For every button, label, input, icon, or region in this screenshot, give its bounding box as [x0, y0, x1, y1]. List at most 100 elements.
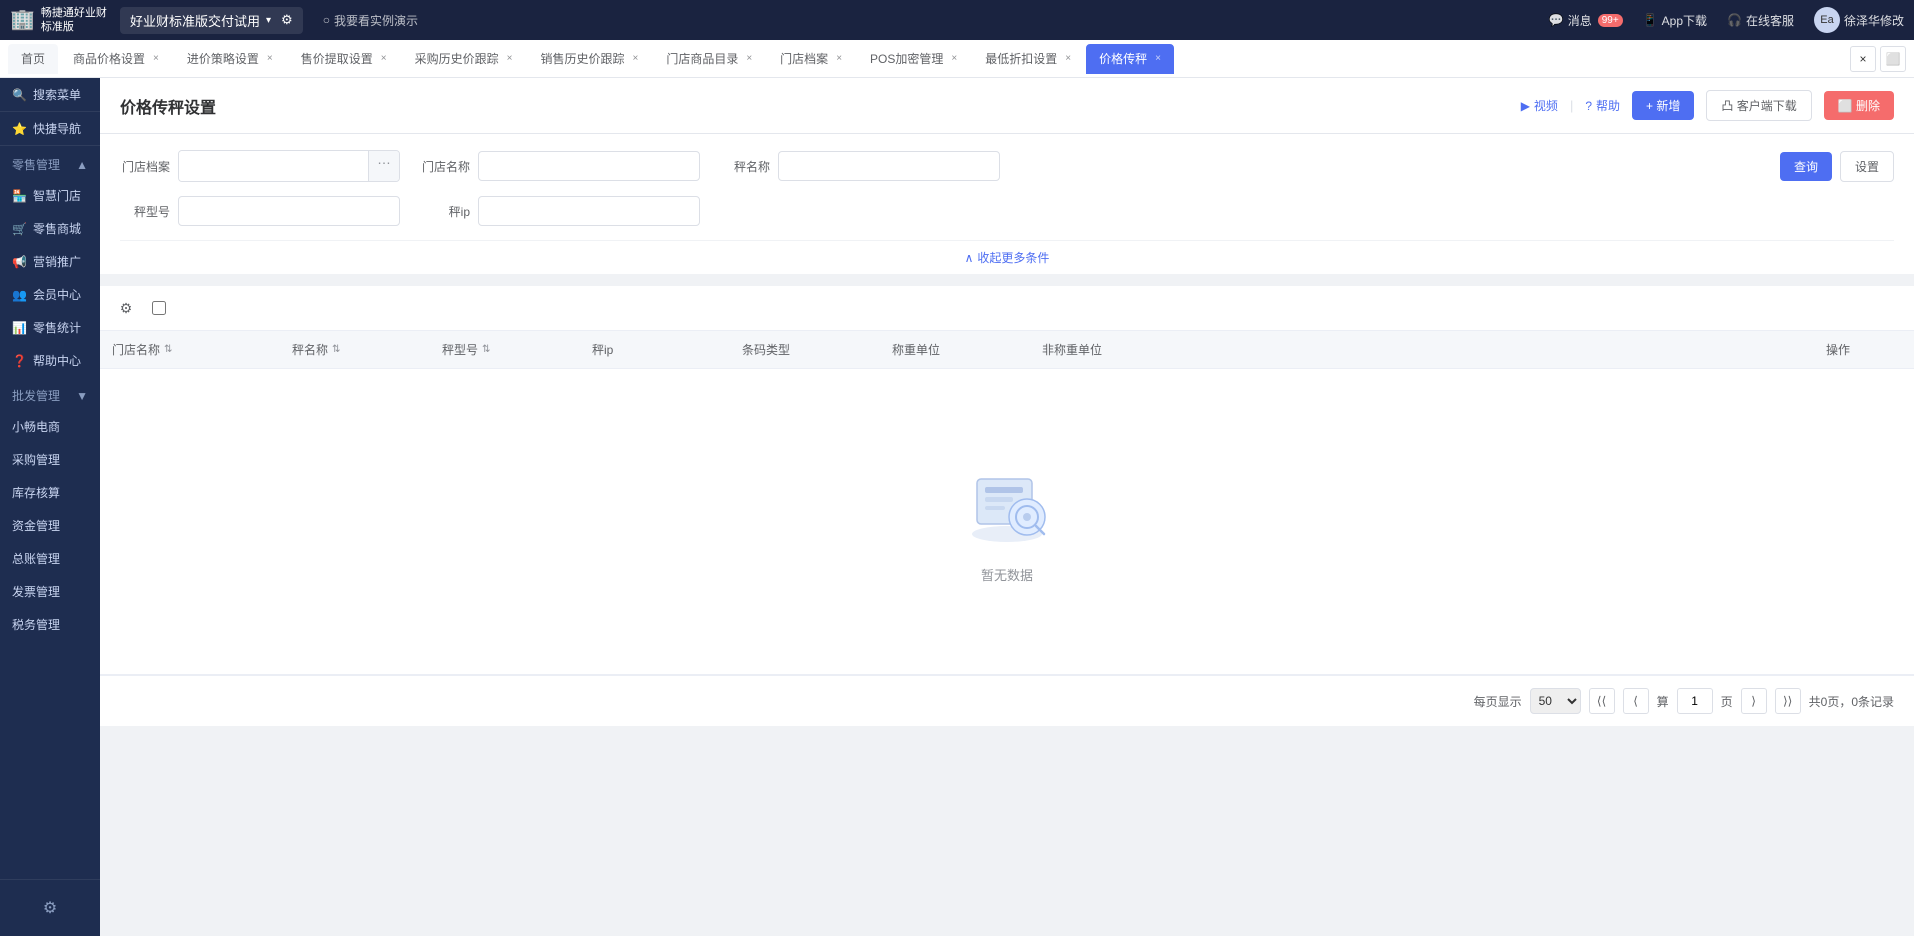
retail-stats-icon: 📊: [12, 321, 27, 335]
tab-min-discount[interactable]: 最低折扣设置 ×: [972, 44, 1084, 74]
sidebar-bottom: ⚙: [0, 879, 100, 936]
per-page-select[interactable]: 20 50 100: [1530, 688, 1581, 714]
sidebar-settings-btn[interactable]: ⚙: [0, 890, 100, 926]
expand-icon: ▼: [76, 389, 88, 403]
page-input[interactable]: [1677, 688, 1713, 714]
collapse-bar[interactable]: ∧ 收起更多条件: [120, 240, 1894, 274]
sidebar-item-quick-nav[interactable]: ⭐ 快捷导航: [0, 112, 100, 145]
sort-icon[interactable]: ⇅: [332, 344, 340, 355]
sidebar: 🔍 搜索菜单 ⭐ 快捷导航 零售管理 ▲ 🏪 智慧门店 🛒 零售商城: [0, 78, 100, 936]
help-link[interactable]: ? 帮助: [1585, 97, 1620, 114]
add-label: + 新增: [1646, 97, 1680, 114]
store-file-select-btn[interactable]: …: [368, 151, 399, 181]
sort-icon[interactable]: ⇅: [482, 344, 490, 355]
filter-scale-name: 秤名称: [720, 151, 1000, 181]
sidebar-item-member[interactable]: 👥 会员中心: [0, 278, 100, 311]
online-service-btn[interactable]: 🎧 在线客服: [1727, 12, 1794, 29]
download-button[interactable]: 凸 客户端下载: [1706, 90, 1811, 121]
table-settings-btn[interactable]: ⚙: [112, 294, 140, 322]
demo-hint[interactable]: ○ 我要看实例演示: [323, 12, 418, 29]
tab-expand-btn[interactable]: ⬜: [1880, 46, 1906, 72]
sidebar-search[interactable]: 🔍 搜索菜单: [0, 78, 100, 112]
settings-icon[interactable]: ⚙: [281, 12, 293, 28]
content-area: 价格传秤设置 ▶ 视频 | ? 帮助 + 新增 凸 客户端下载 ⬜: [100, 78, 1914, 936]
sidebar-item-retail-mall[interactable]: 🛒 零售商城: [0, 212, 100, 245]
tab-home[interactable]: 首页: [8, 44, 58, 74]
last-page-btn[interactable]: ⟩⟩: [1775, 688, 1801, 714]
scale-name-input[interactable]: [778, 151, 1000, 181]
app-download-btn[interactable]: 📱 App下载: [1643, 12, 1707, 29]
tab-price-scale[interactable]: 价格传秤 ×: [1086, 44, 1174, 74]
store-name-input[interactable]: [478, 151, 700, 181]
tab-goods-price-label: 商品价格设置: [73, 50, 145, 67]
th-scale-name-label: 秤名称: [292, 341, 328, 358]
tab-sales-history[interactable]: 销售历史价跟踪 ×: [527, 44, 651, 74]
sidebar-item-ecommerce[interactable]: 小畅电商: [0, 410, 100, 443]
sidebar-item-tax[interactable]: 税务管理: [0, 608, 100, 641]
sidebar-item-finance[interactable]: 资金管理: [0, 509, 100, 542]
tab-goods-price[interactable]: 商品价格设置 ×: [60, 44, 172, 74]
collapse-icon: ▲: [76, 158, 88, 172]
top-bar-right: 💬 消息 99+ 📱 App下载 🎧 在线客服 Ea 徐泽华修改: [1549, 7, 1904, 33]
first-page-btn[interactable]: ⟨⟨: [1589, 688, 1615, 714]
help-icon: ❓: [12, 354, 27, 368]
close-icon[interactable]: ×: [746, 53, 752, 64]
scale-ip-input[interactable]: [478, 196, 700, 226]
video-link[interactable]: ▶ 视频: [1521, 97, 1558, 114]
tab-store-file[interactable]: 门店档案 ×: [767, 44, 855, 74]
ecommerce-label: 小畅电商: [12, 418, 60, 435]
select-all-checkbox[interactable]: [152, 301, 166, 315]
th-scale-ip: 秤ip: [580, 331, 730, 369]
tab-purchase-strategy[interactable]: 进价策略设置 ×: [174, 44, 286, 74]
user-menu[interactable]: Ea 徐泽华修改: [1814, 7, 1904, 33]
tab-purchase-history[interactable]: 采购历史价跟踪 ×: [402, 44, 526, 74]
tab-controls: × ⬜: [1850, 46, 1906, 72]
sidebar-section-wholesale-header[interactable]: 批发管理 ▼: [0, 377, 100, 410]
sidebar-item-invoice[interactable]: 发票管理: [0, 575, 100, 608]
user-initials: Ea: [1820, 14, 1833, 26]
main-layout: 🔍 搜索菜单 ⭐ 快捷导航 零售管理 ▲ 🏪 智慧门店 🛒 零售商城: [0, 78, 1914, 936]
close-icon[interactable]: ×: [381, 53, 387, 64]
smart-store-label: 智慧门店: [33, 187, 81, 204]
sort-icon[interactable]: ⇅: [164, 344, 172, 355]
app-selector[interactable]: 好业财标准版交付试用 ▾ ⚙: [120, 7, 303, 34]
add-button[interactable]: + 新增: [1632, 91, 1694, 120]
close-icon[interactable]: ×: [1155, 53, 1161, 64]
delete-button[interactable]: ⬜ 删除: [1824, 91, 1894, 120]
close-icon[interactable]: ×: [632, 53, 638, 64]
scale-model-input[interactable]: [178, 196, 400, 226]
prev-page-btn[interactable]: ⟨: [1623, 688, 1649, 714]
close-icon[interactable]: ×: [1065, 53, 1071, 64]
sidebar-section-retail-header[interactable]: 零售管理 ▲: [0, 146, 100, 179]
message-btn[interactable]: 💬 消息 99+: [1549, 12, 1623, 29]
general-ledger-label: 总账管理: [12, 550, 60, 567]
sidebar-item-retail-stats[interactable]: 📊 零售统计: [0, 311, 100, 344]
tab-home-label: 首页: [21, 50, 45, 67]
retail-stats-label: 零售统计: [33, 319, 81, 336]
sidebar-item-general-ledger[interactable]: 总账管理: [0, 542, 100, 575]
sidebar-item-purchase[interactable]: 采购管理: [0, 443, 100, 476]
sidebar-item-inventory[interactable]: 库存核算: [0, 476, 100, 509]
close-icon[interactable]: ×: [951, 53, 957, 64]
sidebar-item-help[interactable]: ❓ 帮助中心: [0, 344, 100, 377]
close-icon[interactable]: ×: [836, 53, 842, 64]
tab-pos-encrypt[interactable]: POS加密管理 ×: [857, 44, 970, 74]
filter-row-1: 门店档案 … 门店名称 秤名称 查询: [120, 150, 1894, 182]
next-page-btn[interactable]: ⟩: [1741, 688, 1767, 714]
section-retail-label: 零售管理: [12, 156, 60, 173]
set-button[interactable]: 设置: [1840, 151, 1894, 182]
app-logo-text: 畅捷通好业财 标准版: [41, 6, 110, 35]
close-icon[interactable]: ×: [267, 53, 273, 64]
tab-close-btn[interactable]: ×: [1850, 46, 1876, 72]
sidebar-item-smart-store[interactable]: 🏪 智慧门店: [0, 179, 100, 212]
tab-min-discount-label: 最低折扣设置: [985, 50, 1057, 67]
tab-store-catalog[interactable]: 门店商品目录 ×: [653, 44, 765, 74]
close-icon[interactable]: ×: [507, 53, 513, 64]
member-icon: 👥: [12, 288, 27, 302]
search-icon: 🔍: [12, 88, 27, 102]
tab-sale-extract[interactable]: 售价提取设置 ×: [288, 44, 400, 74]
store-file-input[interactable]: [179, 151, 368, 181]
query-button[interactable]: 查询: [1780, 152, 1832, 181]
sidebar-item-marketing[interactable]: 📢 营销推广: [0, 245, 100, 278]
close-icon[interactable]: ×: [153, 53, 159, 64]
